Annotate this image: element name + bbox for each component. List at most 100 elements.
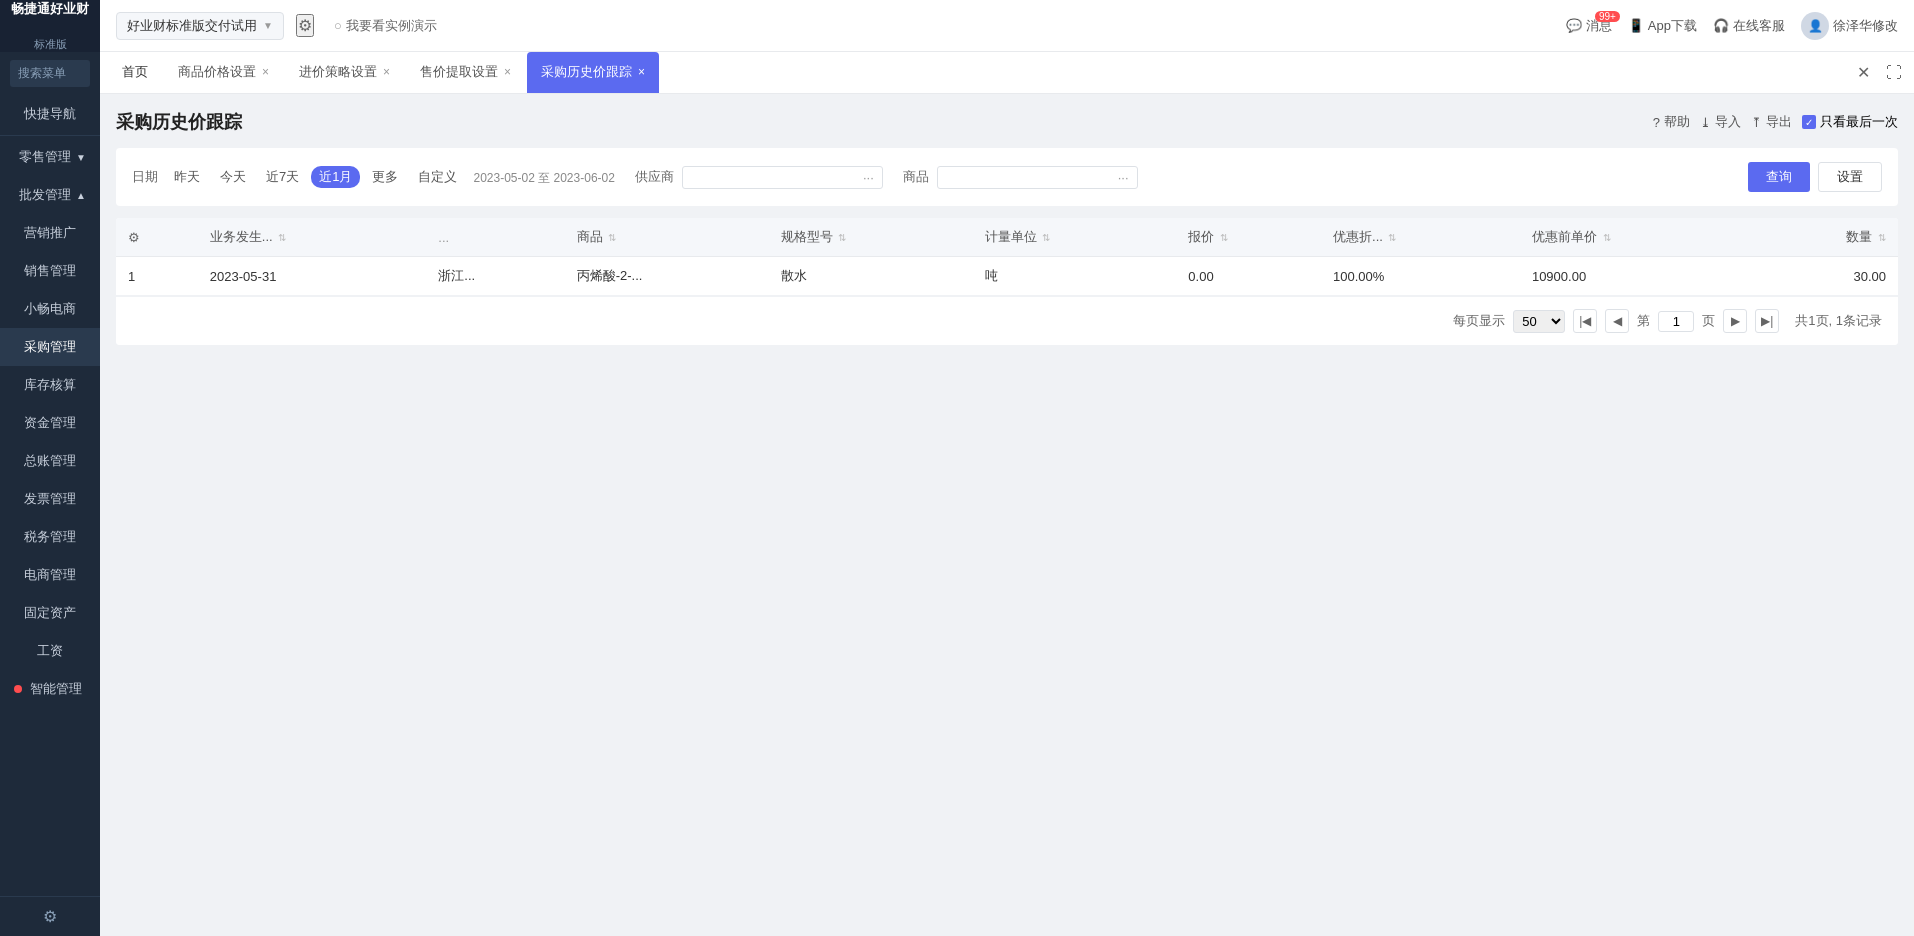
help-button[interactable]: ? 帮助 bbox=[1653, 113, 1690, 131]
sidebar-item-capital[interactable]: 资金管理 bbox=[0, 404, 100, 442]
cell-quantity: 30.00 bbox=[1753, 257, 1898, 296]
date-btn-custom[interactable]: 自定义 bbox=[410, 166, 465, 188]
first-page-button[interactable]: |◀ bbox=[1573, 309, 1597, 333]
sort-icon-discount: ⇅ bbox=[1388, 232, 1396, 243]
user-name: 徐泽华修改 bbox=[1833, 17, 1898, 35]
sidebar-bottom: ⚙ bbox=[0, 896, 100, 936]
date-btn-today[interactable]: 今天 bbox=[212, 166, 254, 188]
date-range-display: 2023-05-02 至 2023-06-02 bbox=[473, 170, 614, 187]
import-button[interactable]: ⤓ 导入 bbox=[1700, 113, 1741, 131]
cell-spec: 散水 bbox=[769, 257, 973, 296]
cell-index: 1 bbox=[116, 257, 198, 296]
supplier-dots[interactable]: ··· bbox=[863, 170, 874, 185]
sidebar-item-fixed-assets[interactable]: 固定资产 bbox=[0, 594, 100, 632]
intelligent-label: 智能管理 bbox=[26, 680, 86, 698]
sidebar: 畅捷通好业财 标准版 搜索菜单 快捷导航 零售管理 ▼ 批发管理 ▲ 营销推广 … bbox=[0, 0, 100, 936]
th-quote[interactable]: 报价 ⇅ bbox=[1176, 218, 1321, 257]
sidebar-item-purchase[interactable]: 采购管理 bbox=[0, 328, 100, 366]
date-btn-7days[interactable]: 近7天 bbox=[258, 166, 307, 188]
goods-input[interactable] bbox=[946, 170, 1114, 185]
message-icon: 💬 bbox=[1566, 18, 1582, 33]
sidebar-item-retail[interactable]: 零售管理 ▼ bbox=[0, 138, 100, 176]
user-menu[interactable]: 👤 徐泽华修改 bbox=[1801, 12, 1898, 40]
cell-goods: 丙烯酸-2-... bbox=[565, 257, 769, 296]
th-goods[interactable]: 商品 ⇅ bbox=[565, 218, 769, 257]
tabbar-close-button[interactable]: ✕ bbox=[1853, 59, 1874, 86]
tab-purchase-strategy-close[interactable]: × bbox=[383, 65, 390, 79]
th-gear[interactable]: ⚙ bbox=[116, 218, 198, 257]
export-button[interactable]: ⤒ 导出 bbox=[1751, 113, 1792, 131]
tab-home-label: 首页 bbox=[122, 63, 148, 81]
tab-sale-price-close[interactable]: × bbox=[504, 65, 511, 79]
date-btn-yesterday[interactable]: 昨天 bbox=[166, 166, 208, 188]
sidebar-item-payroll[interactable]: 工资 bbox=[0, 632, 100, 670]
sort-icon-quantity: ⇅ bbox=[1878, 232, 1886, 243]
th-spec[interactable]: 规格型号 ⇅ bbox=[769, 218, 973, 257]
th-discount[interactable]: 优惠折... ⇅ bbox=[1321, 218, 1520, 257]
support-button[interactable]: 🎧 在线客服 bbox=[1713, 17, 1785, 35]
checkbox-icon bbox=[1802, 115, 1816, 129]
export-icon: ⤒ bbox=[1751, 115, 1762, 130]
last-only-checkbox[interactable]: 只看最后一次 bbox=[1802, 113, 1898, 131]
cell-discount: 100.00% bbox=[1321, 257, 1520, 296]
per-page-select[interactable]: 10 20 50 100 bbox=[1513, 310, 1565, 333]
prev-page-button[interactable]: ◀ bbox=[1605, 309, 1629, 333]
tabbar-fullscreen-button[interactable]: ⛶ bbox=[1882, 60, 1906, 86]
th-date[interactable]: 业务发生... ⇅ bbox=[198, 218, 426, 257]
search-menu-button[interactable]: 搜索菜单 bbox=[10, 60, 90, 87]
sidebar-item-ecommerce[interactable]: 电商管理 bbox=[0, 556, 100, 594]
tab-purchase-history-close[interactable]: × bbox=[638, 65, 645, 79]
tab-purchase-strategy[interactable]: 进价策略设置 × bbox=[285, 52, 404, 93]
cell-supplier: 浙江... bbox=[426, 257, 564, 296]
demo-button[interactable]: ○ 我要看实例演示 bbox=[334, 17, 437, 35]
sidebar-item-general-ledger[interactable]: 总账管理 bbox=[0, 442, 100, 480]
supplier-input[interactable] bbox=[691, 170, 859, 185]
export-label: 导出 bbox=[1766, 113, 1792, 131]
sidebar-item-invoice[interactable]: 发票管理 bbox=[0, 480, 100, 518]
app-download-button[interactable]: 📱 App下载 bbox=[1628, 17, 1697, 35]
more-icon[interactable]: ... bbox=[438, 230, 449, 245]
next-page-button[interactable]: ▶ bbox=[1723, 309, 1747, 333]
demo-label: 我要看实例演示 bbox=[346, 17, 437, 35]
tax-label: 税务管理 bbox=[14, 528, 86, 546]
th-pre-discount[interactable]: 优惠前单价 ⇅ bbox=[1520, 218, 1753, 257]
sidebar-item-ecommerce-small[interactable]: 小畅电商 bbox=[0, 290, 100, 328]
fixed-assets-label: 固定资产 bbox=[14, 604, 86, 622]
product-selector[interactable]: 好业财标准版交付试用 ▼ bbox=[116, 12, 284, 40]
topbar-settings-button[interactable]: ⚙ bbox=[296, 14, 314, 37]
date-btn-more[interactable]: 更多 bbox=[364, 166, 406, 188]
th-unit[interactable]: 计量单位 ⇅ bbox=[973, 218, 1177, 257]
date-buttons: 昨天 今天 近7天 近1月 更多 自定义 bbox=[166, 166, 465, 188]
sidebar-item-marketing[interactable]: 营销推广 bbox=[0, 214, 100, 252]
gear-icon[interactable]: ⚙ bbox=[128, 230, 140, 245]
tab-purchase-history[interactable]: 采购历史价跟踪 × bbox=[527, 52, 659, 93]
message-button[interactable]: 💬 消息 99+ bbox=[1566, 17, 1612, 35]
page-number-input[interactable] bbox=[1658, 311, 1694, 332]
sidebar-item-tax[interactable]: 税务管理 bbox=[0, 518, 100, 556]
supplier-label: 供应商 bbox=[635, 168, 674, 186]
tab-goods-price[interactable]: 商品价格设置 × bbox=[164, 52, 283, 93]
tab-goods-price-close[interactable]: × bbox=[262, 65, 269, 79]
goods-dots[interactable]: ··· bbox=[1118, 170, 1129, 185]
tab-home[interactable]: 首页 bbox=[108, 52, 162, 93]
last-page-button[interactable]: ▶| bbox=[1755, 309, 1779, 333]
sales-label: 销售管理 bbox=[14, 262, 86, 280]
query-button[interactable]: 查询 bbox=[1748, 162, 1810, 192]
sidebar-item-intelligent[interactable]: 智能管理 bbox=[0, 670, 100, 708]
tab-sale-price[interactable]: 售价提取设置 × bbox=[406, 52, 525, 93]
goods-input-wrap: ··· bbox=[937, 166, 1138, 189]
sidebar-logo: 畅捷通好业财 标准版 bbox=[0, 0, 100, 52]
th-quantity[interactable]: 数量 ⇅ bbox=[1753, 218, 1898, 257]
settings-button[interactable]: 设置 bbox=[1818, 162, 1882, 192]
avatar: 👤 bbox=[1801, 12, 1829, 40]
total-info: 共1页, 1条记录 bbox=[1795, 312, 1882, 330]
sidebar-item-quick-nav[interactable]: 快捷导航 bbox=[0, 95, 100, 133]
cell-unit: 吨 bbox=[973, 257, 1177, 296]
settings-icon[interactable]: ⚙ bbox=[43, 907, 57, 926]
sidebar-item-sales[interactable]: 销售管理 bbox=[0, 252, 100, 290]
sort-icon-spec: ⇅ bbox=[838, 232, 846, 243]
th-more[interactable]: ... bbox=[426, 218, 564, 257]
sidebar-item-inventory[interactable]: 库存核算 bbox=[0, 366, 100, 404]
sidebar-item-wholesale[interactable]: 批发管理 ▲ bbox=[0, 176, 100, 214]
date-btn-1month[interactable]: 近1月 bbox=[311, 166, 360, 188]
